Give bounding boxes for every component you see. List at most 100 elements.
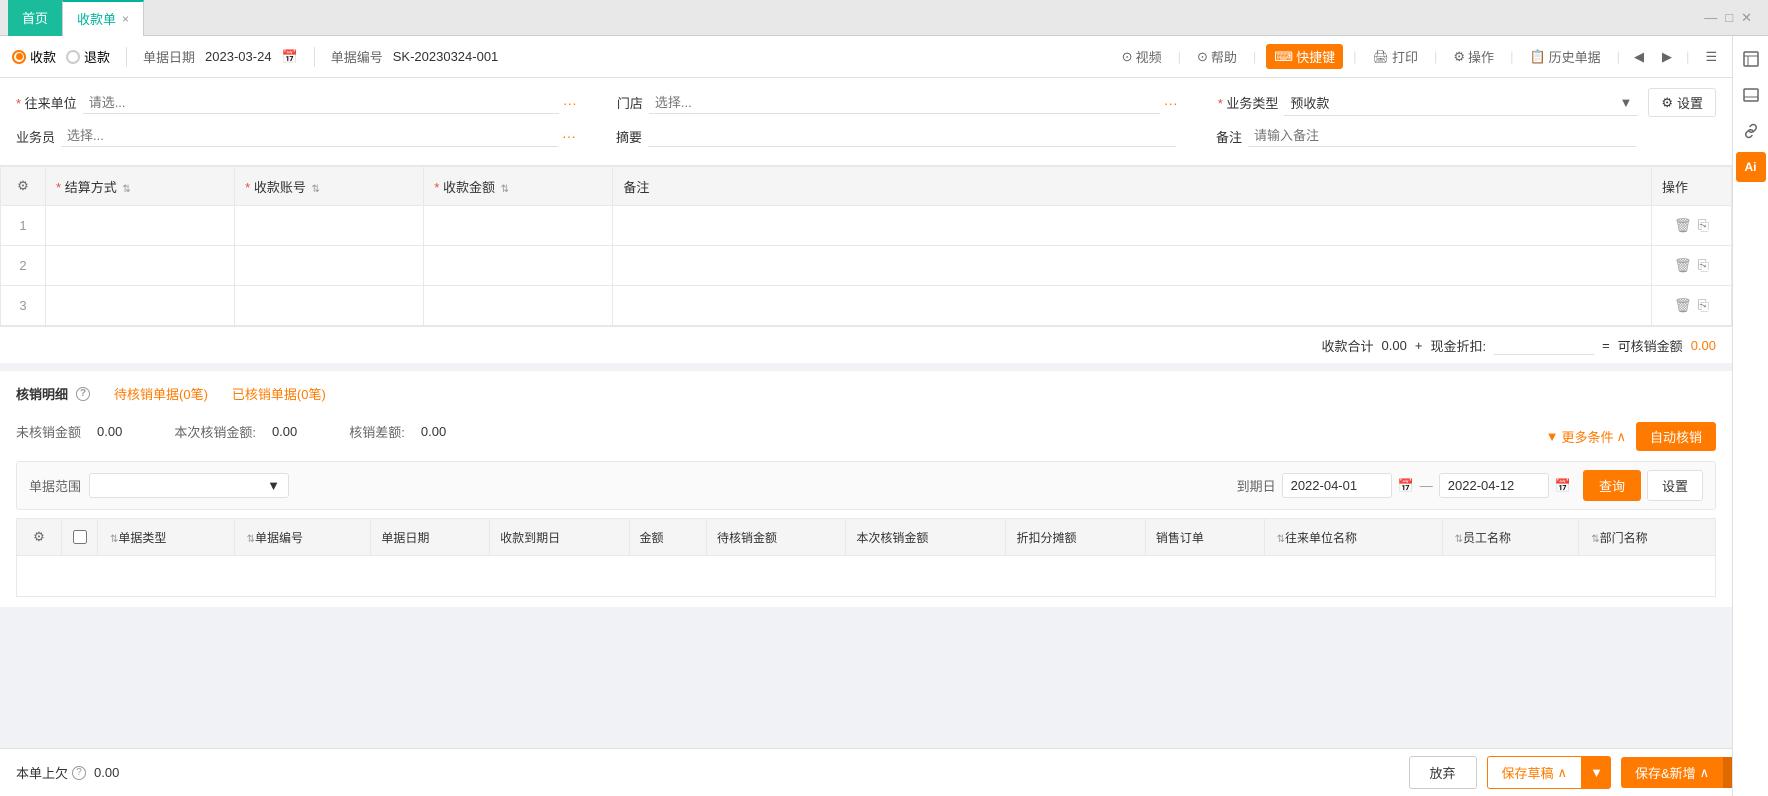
- plus-sign: +: [1415, 338, 1423, 353]
- verify-empty-row: [17, 556, 1716, 597]
- staff-input[interactable]: [61, 125, 558, 147]
- row2-settle[interactable]: [46, 246, 235, 286]
- store-input[interactable]: [649, 92, 1160, 114]
- counterpart-more-btn[interactable]: ···: [563, 95, 577, 111]
- form-row-2: 业务员 ··· 摘要 备注: [16, 125, 1716, 147]
- print-btn[interactable]: 🖨 打印: [1366, 45, 1424, 68]
- discount-input[interactable]: [1494, 335, 1594, 355]
- abandon-btn[interactable]: 放弃: [1409, 756, 1477, 789]
- save-draft-dropdown-btn[interactable]: ▼: [1582, 756, 1611, 789]
- row1-delete-btn[interactable]: 🗑: [1674, 217, 1692, 234]
- row2-amount[interactable]: [424, 246, 613, 286]
- tab-close-icon[interactable]: ×: [122, 12, 129, 26]
- calendar-icon[interactable]: 📅: [282, 49, 298, 65]
- calendar-to-icon[interactable]: 📅: [1555, 478, 1571, 494]
- sidebar-image-icon[interactable]: [1736, 80, 1766, 110]
- gear-icon: ⚙: [1661, 95, 1673, 111]
- biz-type-select[interactable]: 预收款 ▼: [1284, 90, 1638, 116]
- vt-gear-icon[interactable]: ⚙: [27, 525, 51, 549]
- tab-home[interactable]: 首页: [8, 0, 62, 36]
- row3-amount[interactable]: [424, 286, 613, 326]
- summary-row: 收款合计 0.00 + 现金折扣: = 可核销金额 0.00: [0, 326, 1732, 363]
- store-more-btn[interactable]: ···: [1164, 95, 1178, 111]
- bottom-current-value: 0.00: [94, 765, 119, 780]
- action-btn[interactable]: ⚙ 操作: [1447, 45, 1500, 68]
- nav-next-icon[interactable]: ▶: [1658, 47, 1676, 67]
- table-config-header[interactable]: ⚙: [1, 167, 46, 206]
- staff-more-btn[interactable]: ···: [562, 128, 576, 144]
- nav-prev-icon[interactable]: ◀: [1630, 47, 1648, 67]
- due-from-input[interactable]: [1282, 473, 1392, 498]
- history-btn[interactable]: 📋 历史单据: [1523, 45, 1606, 68]
- summary-label: 摘要: [616, 127, 642, 146]
- sort-icon-3[interactable]: ⇅: [501, 184, 509, 195]
- window-close-icon[interactable]: ✕: [1741, 10, 1752, 26]
- row2-remark[interactable]: [613, 246, 1652, 286]
- row3-settle[interactable]: [46, 286, 235, 326]
- tab-done[interactable]: 已核销单据(0笔): [220, 381, 338, 406]
- vt-col-counterpart: ⇅往来单位名称: [1264, 519, 1442, 556]
- row2-account[interactable]: [235, 246, 424, 286]
- settings-btn[interactable]: ⚙ 设置: [1648, 88, 1716, 117]
- select-all-checkbox[interactable]: [73, 530, 87, 544]
- shortcut-btn[interactable]: ⌨ 快捷键: [1266, 44, 1343, 69]
- sidebar-ai-icon[interactable]: Ai: [1736, 152, 1766, 182]
- sidebar-table-icon[interactable]: [1736, 44, 1766, 74]
- tab-pending[interactable]: 待核销单据(0笔): [102, 381, 220, 406]
- query-btn[interactable]: 查询: [1583, 470, 1641, 501]
- remark-input[interactable]: [1248, 125, 1636, 147]
- verify-date-row: 单据范围 ▼ 到期日 📅 — 📅 查询 设置: [16, 461, 1716, 510]
- radio-shoukuan[interactable]: 收款: [12, 47, 56, 66]
- layout-icon[interactable]: ☰: [1699, 47, 1723, 67]
- row1-action: 🗑 ⎘: [1652, 206, 1732, 246]
- save-draft-btn[interactable]: 保存草稿 ∧: [1487, 756, 1583, 789]
- col-amount: * 收款金额 ⇅: [424, 167, 613, 206]
- table-gear-icon[interactable]: ⚙: [11, 174, 35, 198]
- radio-tuidan[interactable]: 退款: [66, 47, 110, 66]
- row3-remark[interactable]: [613, 286, 1652, 326]
- video-btn[interactable]: ⊙ 视频: [1116, 45, 1168, 68]
- row3-copy-btn[interactable]: ⎘: [1698, 297, 1709, 314]
- counterpart-input[interactable]: [83, 92, 559, 114]
- row3-account[interactable]: [235, 286, 424, 326]
- save-new-btn[interactable]: 保存&新增 ∧: [1621, 757, 1723, 788]
- num-label: 单据编号: [331, 47, 383, 66]
- setting-btn[interactable]: 设置: [1647, 470, 1703, 501]
- row1-account[interactable]: [235, 206, 424, 246]
- verify-info-icon[interactable]: ?: [76, 387, 90, 401]
- row3-action: 🗑 ⎘: [1652, 286, 1732, 326]
- row1-amount[interactable]: [424, 206, 613, 246]
- sort-icon-2[interactable]: ⇅: [311, 184, 319, 195]
- due-label: 到期日: [1237, 476, 1276, 495]
- range-select[interactable]: ▼: [89, 473, 289, 498]
- vt-col-gear[interactable]: ⚙: [17, 519, 62, 556]
- date-value: 2023-03-24: [205, 49, 272, 64]
- row2-copy-btn[interactable]: ⎘: [1698, 257, 1709, 274]
- summary-input[interactable]: [648, 125, 1176, 147]
- vt-col-sales-order: 销售订单: [1145, 519, 1264, 556]
- due-to-input[interactable]: [1439, 473, 1549, 498]
- window-minimize-icon[interactable]: —: [1704, 10, 1717, 25]
- calendar-from-icon[interactable]: 📅: [1398, 478, 1414, 494]
- vt-col-due: 收款到期日: [490, 519, 629, 556]
- window-restore-icon[interactable]: □: [1725, 10, 1733, 25]
- shortcut-icon: ⌨: [1274, 49, 1293, 65]
- col-action-label: 操作: [1662, 180, 1688, 195]
- tab-receipt[interactable]: 收款单 ×: [62, 0, 144, 36]
- help-btn[interactable]: ⊙ 帮助: [1191, 45, 1243, 68]
- sidebar-link-icon[interactable]: [1736, 116, 1766, 146]
- auto-verify-btn[interactable]: 自动核销: [1636, 422, 1716, 451]
- col-action: 操作: [1652, 167, 1732, 206]
- row2-delete-btn[interactable]: 🗑: [1674, 257, 1692, 274]
- table-section: ⚙ * 结算方式 ⇅ * 收款账号 ⇅ *: [0, 166, 1732, 363]
- col-remark: 备注: [613, 167, 1652, 206]
- row1-remark[interactable]: [613, 206, 1652, 246]
- bottom-info-icon[interactable]: ?: [72, 766, 86, 780]
- sort-icon-1[interactable]: ⇅: [122, 184, 130, 195]
- row3-delete-btn[interactable]: 🗑: [1674, 297, 1692, 314]
- more-conditions-btn[interactable]: ▼ 更多条件 ∧: [1546, 427, 1626, 446]
- row1-copy-btn[interactable]: ⎘: [1698, 217, 1709, 234]
- row1-settle[interactable]: [46, 206, 235, 246]
- receipt-type-group: 收款 退款: [12, 47, 110, 66]
- form-row-1: 往来单位 ··· 门店 ··· 业务类型 预收款 ▼: [16, 88, 1716, 117]
